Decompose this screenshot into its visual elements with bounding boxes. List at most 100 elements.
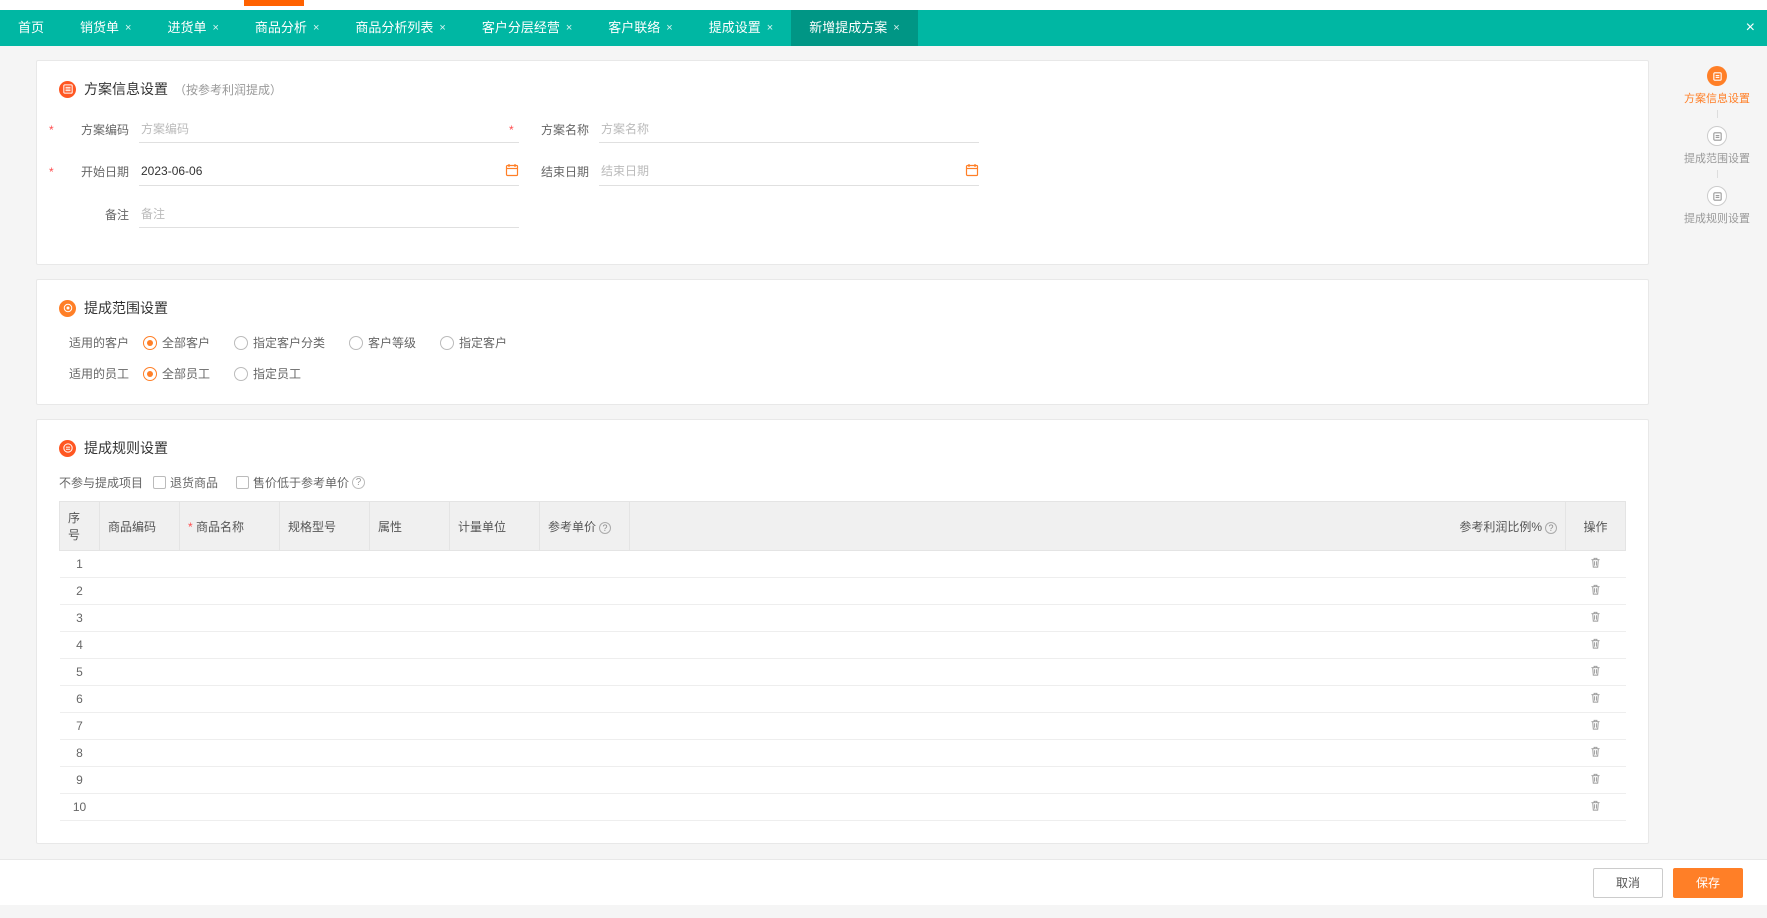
label-employee-scope: 适用的员工	[59, 365, 129, 382]
tab-close-icon[interactable]: ×	[893, 10, 899, 46]
save-button[interactable]: 保存	[1673, 868, 1743, 898]
tab-close-icon[interactable]: ×	[439, 10, 445, 46]
radio-label: 指定客户	[459, 334, 507, 351]
help-icon[interactable]: ?	[1545, 522, 1557, 534]
table-row[interactable]: 9	[60, 767, 1626, 794]
table-row[interactable]: 7	[60, 713, 1626, 740]
tab-close-icon[interactable]: ×	[666, 10, 672, 46]
delete-icon[interactable]	[1589, 773, 1602, 788]
delete-icon[interactable]	[1589, 692, 1602, 707]
table-row[interactable]: 10	[60, 794, 1626, 821]
table-row[interactable]: 4	[60, 632, 1626, 659]
anchor-item-0[interactable]: 方案信息设置	[1667, 66, 1767, 106]
label-exclude: 不参与提成项目	[59, 474, 143, 491]
section-subtitle-info: （按参考利润提成）	[174, 81, 282, 98]
input-plan-code[interactable]	[139, 115, 519, 143]
input-end-date[interactable]	[599, 157, 961, 185]
table-row[interactable]: 1	[60, 551, 1626, 578]
col-prod-name: 商品名称	[180, 502, 280, 551]
label-plan-name: 方案名称	[519, 121, 589, 138]
radio-icon	[440, 336, 454, 350]
customer-opt-3[interactable]: 指定客户	[440, 334, 507, 351]
radio-icon	[349, 336, 363, 350]
section-title-scope: 提成范围设置	[84, 298, 168, 318]
exclude-opt-0[interactable]: 退货商品	[153, 474, 218, 491]
anchor-icon	[1707, 66, 1727, 86]
customer-opt-2[interactable]: 客户等级	[349, 334, 416, 351]
col-prod-code: 商品编码	[100, 502, 180, 551]
tab-2[interactable]: 进货单×	[149, 10, 236, 46]
delete-icon[interactable]	[1589, 584, 1602, 599]
help-icon[interactable]: ?	[599, 522, 611, 534]
anchor-item-1[interactable]: 提成范围设置	[1667, 126, 1767, 166]
employee-opt-0[interactable]: 全部员工	[143, 365, 210, 382]
col-attr: 属性	[370, 502, 450, 551]
list-icon	[59, 81, 76, 98]
tab-6[interactable]: 客户联络×	[590, 10, 690, 46]
exclude-opt-1[interactable]: 售价低于参考单价?	[236, 474, 365, 491]
card-scope: 提成范围设置 适用的客户 全部客户 指定客户分类 客户等级 指定客户 适用的员工 全部…	[36, 279, 1649, 405]
radio-icon	[234, 367, 248, 381]
table-row[interactable]: 6	[60, 686, 1626, 713]
employee-opt-1[interactable]: 指定员工	[234, 365, 301, 382]
delete-icon[interactable]	[1589, 746, 1602, 761]
tab-3[interactable]: 商品分析×	[237, 10, 337, 46]
anchor-label: 提成范围设置	[1684, 150, 1750, 166]
anchor-nav: 方案信息设置提成范围设置提成规则设置	[1667, 60, 1767, 858]
anchor-item-2[interactable]: 提成规则设置	[1667, 186, 1767, 226]
tabs-bar: 首页销货单×进货单×商品分析×商品分析列表×客户分层经营×客户联络×提成设置×新…	[0, 10, 1767, 46]
table-row[interactable]: 3	[60, 605, 1626, 632]
table-row[interactable]: 2	[60, 578, 1626, 605]
close-all-tabs[interactable]: ×	[1746, 10, 1755, 46]
anchor-label: 提成规则设置	[1684, 210, 1750, 226]
customer-opt-0[interactable]: 全部客户	[143, 334, 210, 351]
calendar-icon[interactable]	[965, 163, 979, 180]
cancel-button[interactable]: 取消	[1593, 868, 1663, 898]
tab-0[interactable]: 首页	[0, 10, 62, 46]
input-start-date[interactable]	[139, 157, 501, 185]
col-profit-ratio: 参考利润比例%?	[630, 502, 1566, 551]
anchor-icon	[1707, 186, 1727, 206]
table-row[interactable]: 8	[60, 740, 1626, 767]
delete-icon[interactable]	[1589, 638, 1602, 653]
radio-label: 指定员工	[253, 365, 301, 382]
delete-icon[interactable]	[1589, 665, 1602, 680]
tab-close-icon[interactable]: ×	[767, 10, 773, 46]
tab-7[interactable]: 提成设置×	[691, 10, 791, 46]
calendar-icon[interactable]	[505, 163, 519, 180]
delete-icon[interactable]	[1589, 557, 1602, 572]
col-unit: 计量单位	[450, 502, 540, 551]
label-remark: 备注	[59, 206, 129, 223]
card-rule: 提成规则设置 不参与提成项目 退货商品 售价低于参考单价? 序号 商品编码 商品名…	[36, 419, 1649, 844]
footer-bar: 取消 保存	[0, 859, 1767, 905]
tab-close-icon[interactable]: ×	[212, 10, 218, 46]
radio-label: 指定客户分类	[253, 334, 325, 351]
radio-label: 全部客户	[162, 334, 210, 351]
radio-label: 客户等级	[368, 334, 416, 351]
tab-8[interactable]: 新增提成方案×	[791, 10, 917, 46]
tab-1[interactable]: 销货单×	[62, 10, 149, 46]
tab-close-icon[interactable]: ×	[313, 10, 319, 46]
rule-table: 序号 商品编码 商品名称 规格型号 属性 计量单位 参考单价? 参考利润比例%?…	[59, 501, 1626, 821]
tab-5[interactable]: 客户分层经营×	[464, 10, 590, 46]
col-op: 操作	[1566, 502, 1626, 551]
target-icon	[59, 300, 76, 317]
radio-icon	[143, 367, 157, 381]
delete-icon[interactable]	[1589, 719, 1602, 734]
customer-opt-1[interactable]: 指定客户分类	[234, 334, 325, 351]
section-title-info: 方案信息设置	[84, 79, 168, 99]
tab-close-icon[interactable]: ×	[566, 10, 572, 46]
tab-close-icon[interactable]: ×	[125, 10, 131, 46]
radio-label: 全部员工	[162, 365, 210, 382]
input-plan-name[interactable]	[599, 115, 979, 143]
help-icon[interactable]: ?	[352, 476, 365, 489]
table-row[interactable]: 5	[60, 659, 1626, 686]
section-title-rule: 提成规则设置	[84, 438, 168, 458]
tab-4[interactable]: 商品分析列表×	[337, 10, 463, 46]
delete-icon[interactable]	[1589, 800, 1602, 815]
checkbox-label: 退货商品	[170, 474, 218, 491]
label-customer-scope: 适用的客户	[59, 334, 129, 351]
input-remark[interactable]	[139, 200, 519, 228]
delete-icon[interactable]	[1589, 611, 1602, 626]
card-plan-info: 方案信息设置 （按参考利润提成） 方案编码 方案名称 开始日期	[36, 60, 1649, 265]
